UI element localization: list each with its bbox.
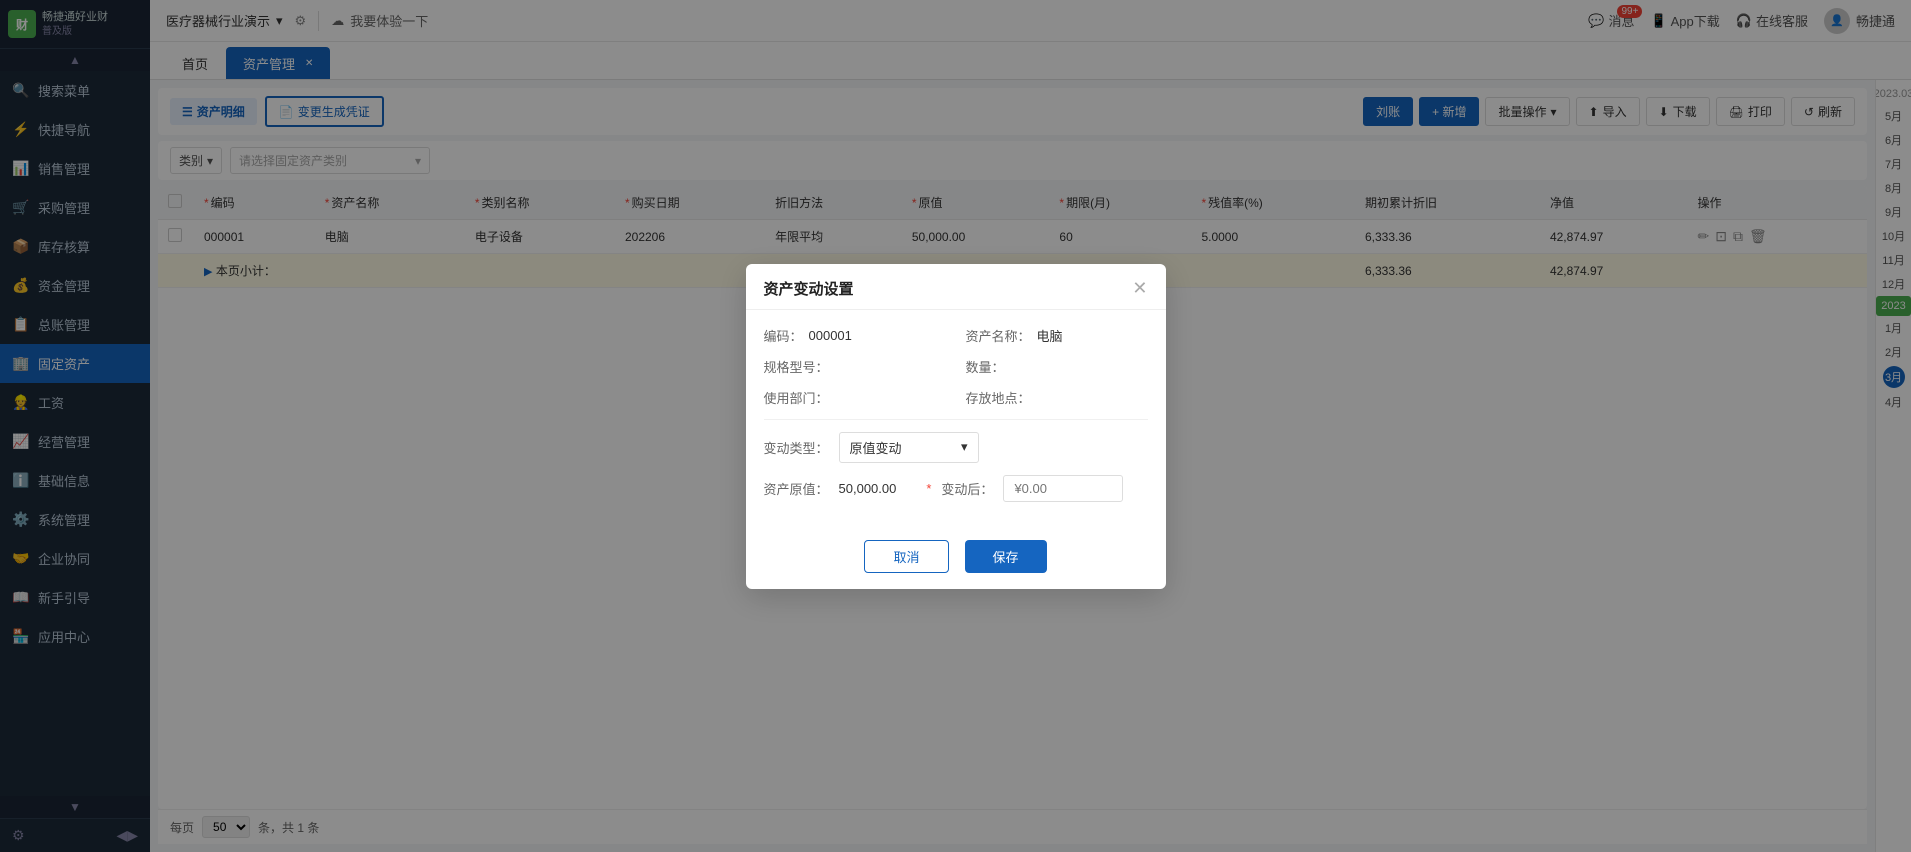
- cancel-button[interactable]: 取消: [864, 540, 948, 573]
- modal-close-icon[interactable]: ✕: [1132, 278, 1147, 299]
- asset-change-modal: 资产变动设置 ✕ 编码： 000001 资产名称： 电脑 规格型号：: [746, 264, 1166, 589]
- name-label: 资产名称：: [966, 326, 1031, 345]
- change-type-select[interactable]: 原值变动 ▾: [839, 432, 979, 463]
- modal-footer: 取消 保存: [746, 530, 1166, 589]
- modal-change-type-row: 变动类型： 原值变动 ▾: [764, 432, 1148, 463]
- modal-header: 资产变动设置 ✕: [746, 264, 1166, 310]
- after-change-input[interactable]: [1003, 475, 1123, 502]
- change-type-label: 变动类型：: [764, 438, 829, 457]
- modal-row-3: 使用部门： 存放地点：: [764, 388, 1148, 407]
- code-value: 000001: [809, 328, 852, 343]
- modal-value-row: 资产原值： 50,000.00 * 变动后：: [764, 475, 1148, 502]
- quantity-label: 数量：: [966, 357, 1005, 376]
- required-star: *: [926, 481, 931, 496]
- name-value: 电脑: [1037, 326, 1063, 345]
- modal-divider: [764, 419, 1148, 420]
- save-button[interactable]: 保存: [965, 540, 1047, 573]
- modal-row-1: 编码： 000001 资产名称： 电脑: [764, 326, 1148, 345]
- modal-field-storage: 存放地点：: [966, 388, 1148, 407]
- change-type-value: 原值变动: [850, 438, 902, 457]
- modal-row-2: 规格型号： 数量：: [764, 357, 1148, 376]
- modal-overlay: 资产变动设置 ✕ 编码： 000001 资产名称： 电脑 规格型号：: [0, 0, 1911, 852]
- modal-title: 资产变动设置: [764, 278, 854, 299]
- code-label: 编码：: [764, 326, 803, 345]
- modal-field-quantity: 数量：: [966, 357, 1148, 376]
- asset-value-label: 资产原值：: [764, 479, 829, 498]
- modal-body: 编码： 000001 资产名称： 电脑 规格型号： 数量：: [746, 310, 1166, 530]
- chevron-down-icon: ▾: [961, 439, 968, 455]
- modal-field-department: 使用部门：: [764, 388, 946, 407]
- modal-field-code: 编码： 000001: [764, 326, 946, 345]
- modal-field-spec: 规格型号：: [764, 357, 946, 376]
- modal-field-name: 资产名称： 电脑: [966, 326, 1148, 345]
- after-change-label: 变动后：: [941, 479, 993, 498]
- department-label: 使用部门：: [764, 388, 829, 407]
- spec-label: 规格型号：: [764, 357, 829, 376]
- asset-value: 50,000.00: [839, 481, 897, 496]
- storage-label: 存放地点：: [966, 388, 1031, 407]
